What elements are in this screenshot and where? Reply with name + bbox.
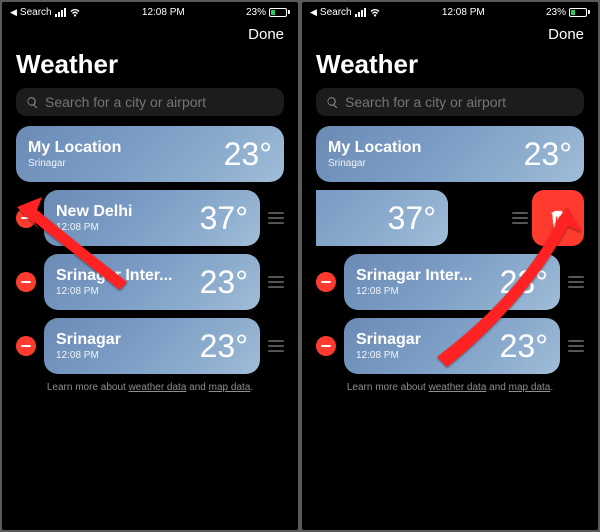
search-icon: [26, 96, 39, 109]
location-name: Srinagar Inter...: [56, 267, 172, 285]
temperature: 23°: [224, 136, 272, 173]
list-item[interactable]: New Delhi 12:08 PM 37°: [16, 190, 284, 246]
location-sub: 12:08 PM: [56, 350, 121, 361]
status-time: 12:08 PM: [142, 7, 185, 18]
location-name: Srinagar: [56, 331, 121, 349]
wifi-icon: [369, 8, 381, 17]
back-chevron-icon: ◀: [310, 7, 317, 18]
location-card[interactable]: My Location Srinagar 23°: [316, 126, 584, 182]
location-sub: 12:08 PM: [56, 222, 132, 233]
location-name: Srinagar Inter...: [356, 267, 472, 285]
search-icon: [326, 96, 339, 109]
footer-text: Learn more about weather data and map da…: [316, 382, 584, 393]
done-button[interactable]: Done: [548, 26, 584, 43]
drag-handle-icon[interactable]: [568, 340, 584, 352]
map-data-link[interactable]: map data: [209, 382, 251, 393]
list-item[interactable]: Srinagar Inter... 12:08 PM 23°: [316, 254, 584, 310]
remove-button[interactable]: [316, 272, 336, 292]
status-time: 12:08 PM: [442, 7, 485, 18]
back-chevron-icon: ◀: [10, 7, 17, 18]
list-item[interactable]: Srinagar Inter... 12:08 PM 23°: [16, 254, 284, 310]
location-name: My Location: [28, 139, 121, 157]
location-card[interactable]: Srinagar Inter... 12:08 PM 23°: [344, 254, 560, 310]
temperature: 23°: [500, 264, 548, 301]
remove-button[interactable]: [16, 208, 36, 228]
location-card[interactable]: Srinagar 12:08 PM 23°: [44, 318, 260, 374]
location-sub: Srinagar: [328, 158, 421, 169]
location-card[interactable]: ew Delhi 12:08 PM 37°: [316, 190, 448, 246]
list-item-swiped[interactable]: ew Delhi 12:08 PM 37°: [316, 190, 584, 246]
drag-handle-icon[interactable]: [268, 340, 284, 352]
delete-button[interactable]: [532, 190, 584, 246]
temperature: 37°: [388, 200, 436, 237]
status-left: ◀ Search: [10, 7, 81, 18]
remove-button[interactable]: [16, 272, 36, 292]
list-item[interactable]: My Location Srinagar 23°: [16, 126, 284, 182]
location-name: New Delhi: [56, 203, 132, 221]
trash-icon: [549, 208, 567, 228]
battery-icon: [569, 8, 590, 17]
back-label[interactable]: Search: [20, 7, 52, 18]
list-item[interactable]: Srinagar 12:08 PM 23°: [16, 318, 284, 374]
location-name: My Location: [328, 139, 421, 157]
status-right: 23%: [546, 7, 590, 18]
search-bar[interactable]: [316, 88, 584, 116]
temperature: 37°: [200, 200, 248, 237]
location-list: My Location Srinagar 23° ew Delhi 12:08 …: [302, 126, 598, 393]
search-bar[interactable]: [16, 88, 284, 116]
list-item[interactable]: My Location Srinagar 23°: [316, 126, 584, 182]
signal-icon: [55, 8, 66, 17]
done-button[interactable]: Done: [248, 26, 284, 43]
minus-icon: [321, 345, 331, 347]
weather-data-link[interactable]: weather data: [429, 382, 487, 393]
search-input[interactable]: [345, 94, 574, 110]
temperature: 23°: [500, 328, 548, 365]
minus-icon: [321, 281, 331, 283]
location-card[interactable]: Srinagar 12:08 PM 23°: [344, 318, 560, 374]
page-title: Weather: [2, 45, 298, 88]
temperature: 23°: [524, 136, 572, 173]
map-data-link[interactable]: map data: [509, 382, 551, 393]
minus-icon: [21, 281, 31, 283]
location-name: Srinagar: [356, 331, 421, 349]
drag-handle-icon[interactable]: [268, 212, 284, 224]
location-list: My Location Srinagar 23° New Delhi 12:08…: [2, 126, 298, 393]
minus-icon: [21, 217, 31, 219]
page-title: Weather: [302, 45, 598, 88]
location-sub: 12:08 PM: [356, 350, 421, 361]
remove-button[interactable]: [316, 336, 336, 356]
back-label[interactable]: Search: [320, 7, 352, 18]
top-bar: Done: [2, 22, 298, 45]
location-sub: 12:08 PM: [56, 286, 172, 297]
temperature: 23°: [200, 328, 248, 365]
status-bar: ◀ Search 12:08 PM 23%: [302, 2, 598, 22]
location-sub: Srinagar: [28, 158, 121, 169]
status-bar: ◀ Search 12:08 PM 23%: [2, 2, 298, 22]
drag-handle-icon[interactable]: [568, 276, 584, 288]
drag-handle-icon[interactable]: [512, 212, 528, 224]
battery-label: 23%: [246, 7, 266, 18]
location-card[interactable]: New Delhi 12:08 PM 37°: [44, 190, 260, 246]
location-card[interactable]: Srinagar Inter... 12:08 PM 23°: [44, 254, 260, 310]
weather-data-link[interactable]: weather data: [129, 382, 187, 393]
footer-text: Learn more about weather data and map da…: [16, 382, 284, 393]
drag-handle-icon[interactable]: [268, 276, 284, 288]
remove-button[interactable]: [16, 336, 36, 356]
screen-right: ◀ Search 12:08 PM 23% Done Weather My Lo…: [302, 2, 598, 530]
status-left: ◀ Search: [310, 7, 381, 18]
list-item[interactable]: Srinagar 12:08 PM 23°: [316, 318, 584, 374]
location-card[interactable]: My Location Srinagar 23°: [16, 126, 284, 182]
battery-label: 23%: [546, 7, 566, 18]
screen-left: ◀ Search 12:08 PM 23% Done Weather My Lo…: [2, 2, 298, 530]
status-right: 23%: [246, 7, 290, 18]
battery-icon: [269, 8, 290, 17]
location-sub: 12:08 PM: [356, 286, 472, 297]
top-bar: Done: [302, 22, 598, 45]
search-input[interactable]: [45, 94, 274, 110]
signal-icon: [355, 8, 366, 17]
temperature: 23°: [200, 264, 248, 301]
minus-icon: [21, 345, 31, 347]
wifi-icon: [69, 8, 81, 17]
